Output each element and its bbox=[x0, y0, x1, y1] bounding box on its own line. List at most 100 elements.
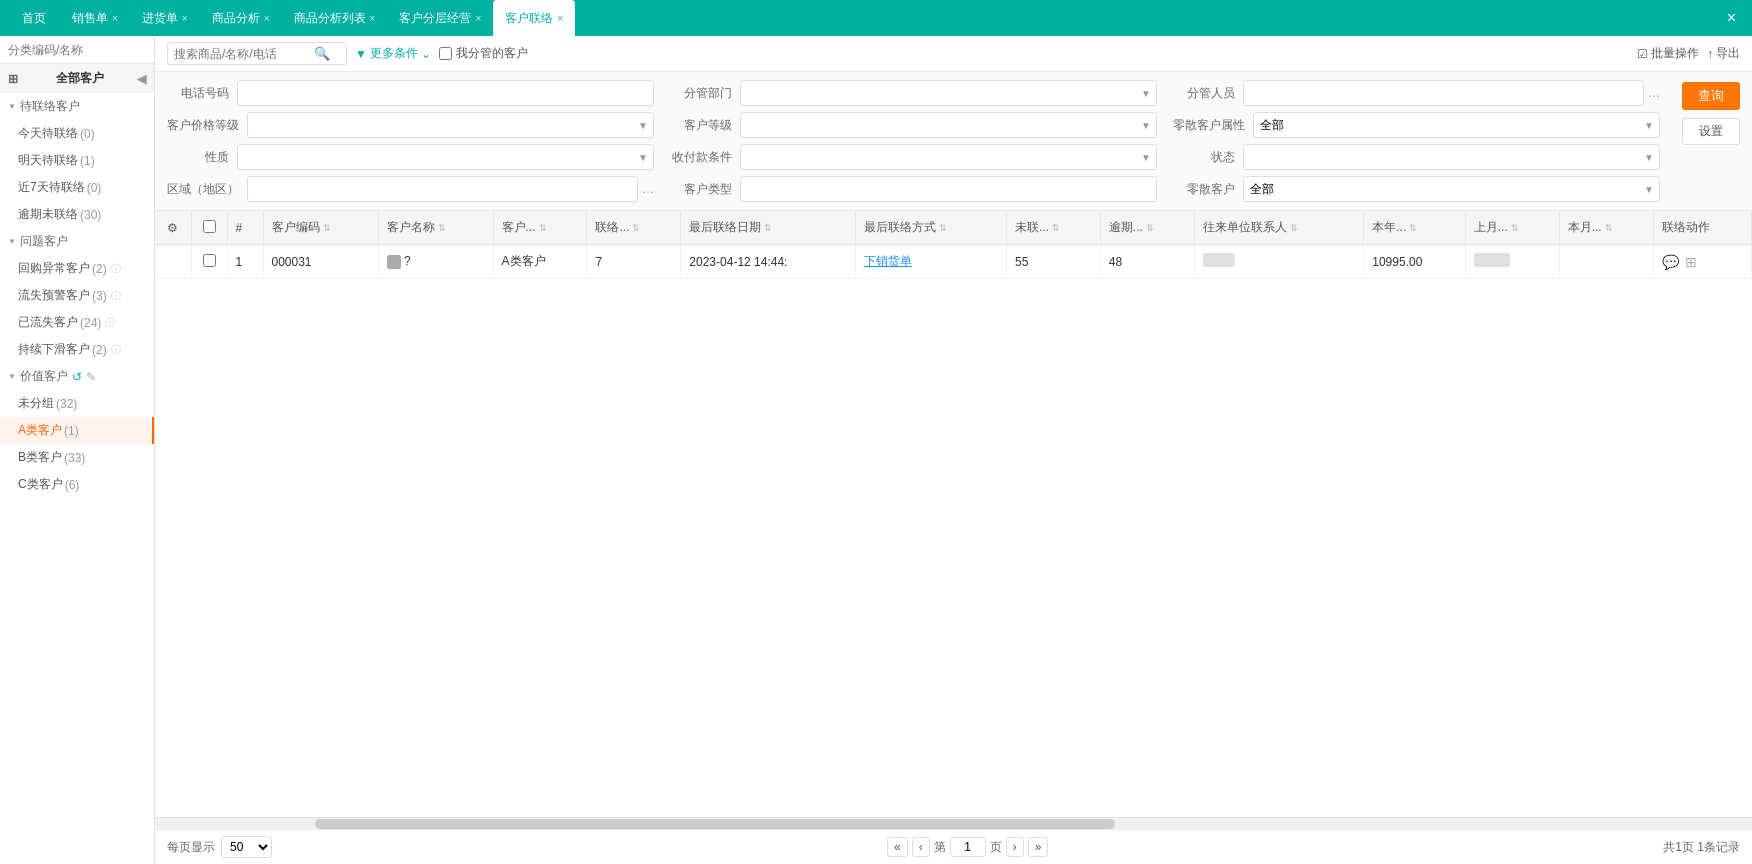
set-btn[interactable]: 设置 bbox=[1682, 118, 1740, 145]
th-unit-contact[interactable]: 往来单位联系人 ⇅ bbox=[1194, 211, 1364, 245]
group-pending-contact[interactable]: ▼ 待联络客户 bbox=[0, 93, 154, 120]
page-label: 第 bbox=[934, 839, 946, 856]
sidebar-a-class[interactable]: A类客户 (1) bbox=[0, 417, 154, 444]
table-header-row: ⚙ # 客户编码 ⇅ bbox=[155, 211, 1752, 245]
sidebar-lost-warning[interactable]: 流失预警客户 (3) ⓘ bbox=[0, 282, 154, 309]
payment-select[interactable] bbox=[740, 144, 1157, 170]
th-contact[interactable]: 联络... ⇅ bbox=[587, 211, 681, 245]
sidebar-lost-customer[interactable]: 已流失客户 (24) ⓘ bbox=[0, 309, 154, 336]
action-comment-icon[interactable]: 💬 bbox=[1662, 254, 1679, 270]
price-level-wrap: ▼ bbox=[247, 112, 654, 138]
th-this-year[interactable]: 本年... ⇅ bbox=[1364, 211, 1466, 245]
nav-analysis-close[interactable]: × bbox=[264, 13, 270, 24]
next-page-btn[interactable]: › bbox=[1006, 837, 1024, 857]
sidebar-b-class[interactable]: B类客户 (33) bbox=[0, 444, 154, 471]
filter-more-btn[interactable]: ▼ 更多条件 ⌄ bbox=[355, 45, 431, 62]
query-btn[interactable]: 查询 bbox=[1682, 82, 1740, 110]
dept-select[interactable] bbox=[740, 80, 1157, 106]
th-no-contact[interactable]: 未联... ⇅ bbox=[1006, 211, 1100, 245]
filter-search-input[interactable] bbox=[174, 47, 314, 61]
row-checkbox[interactable] bbox=[203, 254, 216, 267]
td-actions: 💬 ⊞ bbox=[1653, 245, 1751, 279]
window-close-btn[interactable]: × bbox=[1719, 9, 1744, 27]
nav-customer-contact-close[interactable]: × bbox=[557, 13, 563, 24]
sidebar-overdue-contact[interactable]: 逾期未联络 (30) bbox=[0, 201, 154, 228]
scrollbar-thumb[interactable] bbox=[315, 819, 1115, 829]
th-overdue[interactable]: 逾期... ⇅ bbox=[1100, 211, 1194, 245]
region-input[interactable] bbox=[247, 176, 638, 202]
sidebar-declining-customer[interactable]: 持续下滑客户 (2) ⓘ bbox=[0, 336, 154, 363]
batch-op-btn[interactable]: ☑ 批量操作 bbox=[1637, 45, 1699, 62]
th-settings[interactable]: ⚙ bbox=[155, 211, 191, 245]
nav-sales-close[interactable]: × bbox=[112, 13, 118, 24]
export-btn[interactable]: ↑ 导出 bbox=[1707, 45, 1740, 62]
region-dots[interactable]: … bbox=[642, 182, 654, 196]
th-last-method[interactable]: 最后联络方式 ⇅ bbox=[855, 211, 1006, 245]
field-dept: 分管部门 ▼ bbox=[670, 80, 1157, 106]
export-icon: ↑ bbox=[1707, 47, 1713, 61]
scatter-attr-select[interactable]: 全部 bbox=[1253, 112, 1660, 138]
group-problem-customer[interactable]: ▼ 问题客户 bbox=[0, 228, 154, 255]
th-this-month[interactable]: 本月... ⇅ bbox=[1559, 211, 1653, 245]
th-check bbox=[191, 211, 227, 245]
customer-level-select[interactable] bbox=[740, 112, 1157, 138]
th-name[interactable]: 客户名称 ⇅ bbox=[378, 211, 493, 245]
th-last-date[interactable]: 最后联络日期 ⇅ bbox=[681, 211, 855, 245]
nav-purchase-close[interactable]: × bbox=[182, 13, 188, 24]
nav-customer-layer-close[interactable]: × bbox=[475, 13, 481, 24]
status-select[interactable] bbox=[1243, 144, 1660, 170]
price-level-label: 客户价格等级 bbox=[167, 117, 247, 134]
nature-select[interactable] bbox=[237, 144, 654, 170]
field-scatter-customer: 零散客户 全部 ▼ bbox=[1173, 176, 1660, 202]
customer-type-input[interactable] bbox=[740, 176, 1157, 202]
sidebar-all-customers-header[interactable]: ⊞ 全部客户 ◀ bbox=[0, 64, 154, 93]
sidebar-today-contact[interactable]: 今天待联络 (0) bbox=[0, 120, 154, 147]
filter-toolbar: 🔍 ▼ 更多条件 ⌄ 我分管的客户 ☑ 批量操作 ↑ 导出 bbox=[155, 36, 1752, 72]
sidebar-c-class[interactable]: C类客户 (6) bbox=[0, 471, 154, 498]
person-dots[interactable]: … bbox=[1648, 86, 1660, 100]
value-group-edit[interactable]: ✎ bbox=[86, 370, 96, 384]
sidebar-7day-contact[interactable]: 近7天待联络 (0) bbox=[0, 174, 154, 201]
value-group-refresh[interactable]: ↺ bbox=[72, 370, 82, 384]
td-overdue: 48 bbox=[1100, 245, 1194, 279]
td-last-method[interactable]: 下销货单 bbox=[855, 245, 1006, 279]
page-size-label: 每页显示 bbox=[167, 839, 215, 856]
page-size-select[interactable]: 50 20 100 bbox=[221, 836, 272, 858]
sidebar-unclassified[interactable]: 未分组 (32) bbox=[0, 390, 154, 417]
td-unit-contact bbox=[1194, 245, 1364, 279]
sidebar-search-input[interactable] bbox=[8, 43, 155, 57]
price-level-select[interactable] bbox=[247, 112, 654, 138]
th-code[interactable]: 客户编码 ⇅ bbox=[263, 211, 378, 245]
nav-customer-contact[interactable]: 客户联络 × bbox=[493, 0, 575, 36]
last-page-btn[interactable]: » bbox=[1028, 837, 1049, 857]
th-last-month[interactable]: 上月... ⇅ bbox=[1465, 211, 1559, 245]
th-type[interactable]: 客户... ⇅ bbox=[493, 211, 587, 245]
settings-icon: ⚙ bbox=[167, 221, 178, 235]
sidebar-tomorrow-contact[interactable]: 明天待联络 (1) bbox=[0, 147, 154, 174]
nav-purchase[interactable]: 进货单 × bbox=[130, 0, 200, 36]
scatter-customer-select[interactable]: 全部 bbox=[1243, 176, 1660, 202]
group-value-customer[interactable]: ▼ 价值客户 ↺ ✎ bbox=[0, 363, 154, 390]
action-qr-icon[interactable]: ⊞ bbox=[1685, 254, 1697, 270]
person-input[interactable] bbox=[1243, 80, 1644, 106]
nav-customer-layer[interactable]: 客户分层经营 × bbox=[387, 0, 493, 36]
sidebar-repurchase-abnormal[interactable]: 回购异常客户 (2) ⓘ bbox=[0, 255, 154, 282]
nav-sales[interactable]: 销售单 × bbox=[60, 0, 130, 36]
first-page-btn[interactable]: « bbox=[887, 837, 908, 857]
horizontal-scrollbar[interactable] bbox=[155, 817, 1752, 829]
my-customers-checkbox[interactable] bbox=[439, 47, 452, 60]
select-all-checkbox[interactable] bbox=[203, 220, 216, 233]
nav-analysis-list[interactable]: 商品分析列表 × bbox=[282, 0, 388, 36]
region-label: 区域（地区） bbox=[167, 181, 247, 198]
td-type: A类客户 bbox=[493, 245, 587, 279]
page-input[interactable] bbox=[950, 837, 986, 857]
nav-home[interactable]: 首页 bbox=[8, 0, 60, 36]
phone-input[interactable] bbox=[237, 80, 654, 106]
prev-page-btn[interactable]: ‹ bbox=[912, 837, 930, 857]
nav-analysis-list-close[interactable]: × bbox=[370, 13, 376, 24]
sidebar-collapse-btn[interactable]: ◀ bbox=[137, 72, 146, 86]
name-avatar bbox=[387, 255, 401, 269]
nav-analysis[interactable]: 商品分析 × bbox=[200, 0, 282, 36]
sidebar: 🔍 ⊞ 全部客户 ◀ ▼ 待联络客户 今天待联络 (0) 明天待联络 (1) 近… bbox=[0, 36, 155, 864]
my-customers-check[interactable]: 我分管的客户 bbox=[439, 45, 528, 62]
